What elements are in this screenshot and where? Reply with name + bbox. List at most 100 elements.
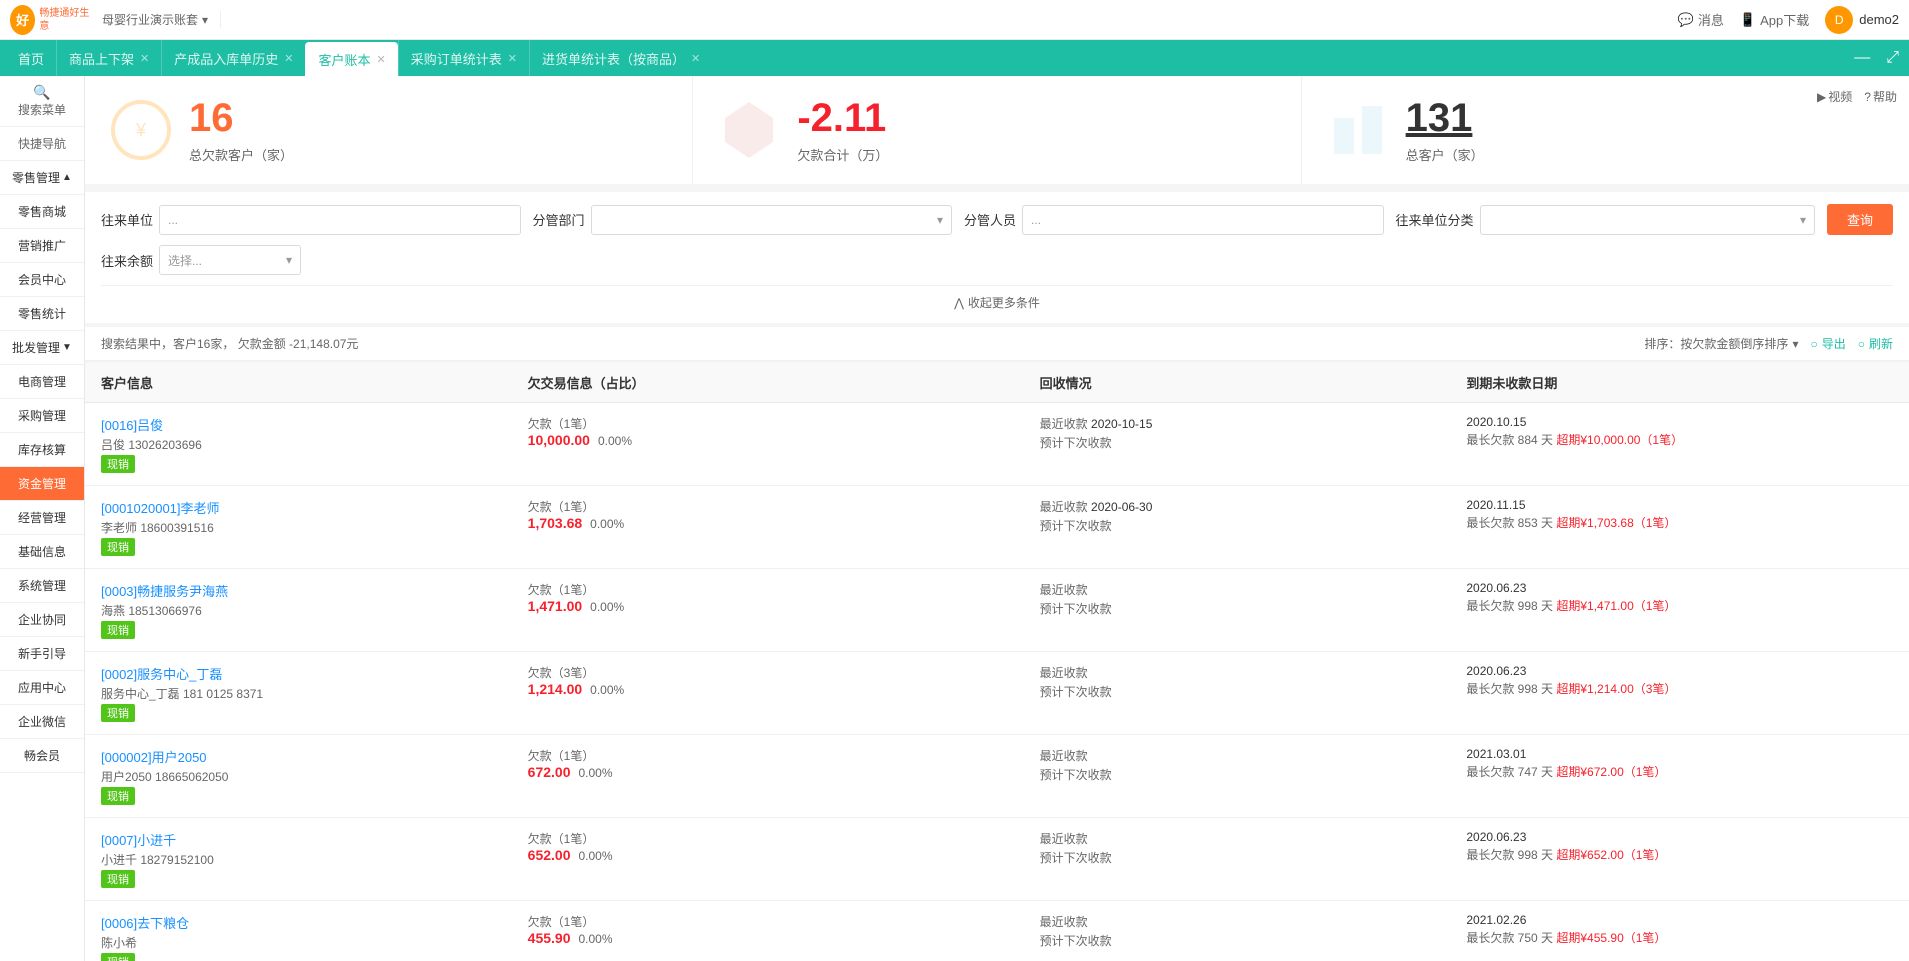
stat-icon-total (1326, 98, 1390, 162)
debt-amount-value-1: 1,703.68 (528, 515, 583, 531)
manager-input[interactable]: ... (1022, 205, 1383, 235)
next-collect-0: 预计下次收款 (1040, 434, 1467, 451)
customer-name-0[interactable]: [0016]吕俊 (101, 415, 528, 434)
sidebar-item-guide[interactable]: 新手引导 (0, 637, 84, 671)
top-bar: 好 畅捷通好生意 母婴行业演示账套 ▾ 💬 消息 📱 App下载 D demo2 (0, 0, 1909, 40)
query-button[interactable]: 查询 (1827, 204, 1893, 235)
overdue-amount-1[interactable]: 超期¥1,703.68（1笔） (1556, 516, 1676, 530)
user-avatar[interactable]: D demo2 (1825, 6, 1899, 34)
tab-close-4[interactable]: ✕ (508, 52, 517, 65)
sidebar-item-retail-stats[interactable]: 零售统计 (0, 297, 84, 331)
collapse-row: ⋀ 收起更多条件 (101, 285, 1893, 311)
tab-goods-status[interactable]: 商品上下架 ✕ (56, 40, 161, 76)
tab-close-1[interactable]: ✕ (140, 52, 149, 65)
sidebar-item-enterprise[interactable]: 企业协同 (0, 603, 84, 637)
customer-tag-0: 现销 (101, 455, 135, 473)
overdue-amount-0[interactable]: 超期¥10,000.00（1笔） (1556, 433, 1683, 447)
customer-phone-4: 用户2050 18665062050 (101, 768, 528, 785)
message-btn[interactable]: 💬 消息 (1678, 10, 1724, 29)
search-menu[interactable]: 🔍 搜索菜单 (0, 76, 84, 127)
tab-close-2[interactable]: ✕ (284, 52, 293, 65)
recent-collect-4: 最近收款 (1040, 747, 1467, 764)
customer-phone-1: 李老师 18600391516 (101, 519, 528, 536)
tab-home[interactable]: 首页 (6, 40, 56, 76)
tab-close-3[interactable]: ✕ (377, 53, 386, 66)
store-name: 母婴行业演示账套 (102, 11, 198, 28)
sidebar-item-ecommerce[interactable]: 电商管理 (0, 365, 84, 399)
stat-value-debt-customers: 16 (189, 96, 293, 141)
results-info: 搜索结果中，客户16家， 欠款金额 -21,148.07元 (101, 335, 358, 352)
next-collect-2: 预计下次收款 (1040, 600, 1467, 617)
customer-phone-5: 小进千 18279152100 (101, 851, 528, 868)
refresh-circle-icon: ○ (1858, 337, 1865, 351)
customer-name-1[interactable]: [0001020001]李老师 (101, 498, 528, 517)
tab-product-history[interactable]: 产成品入库单历史 ✕ (161, 40, 305, 76)
sidebar-item-wechat[interactable]: 企业微信 (0, 705, 84, 739)
help-btn[interactable]: ? 帮助 (1864, 88, 1897, 105)
customer-tag-4: 现销 (101, 787, 135, 805)
tab-minimize-icon[interactable]: — (1850, 49, 1874, 67)
sidebar-item-retail-mall[interactable]: 零售商城 (0, 195, 84, 229)
debt-info-3: 欠款（3笔） 1,214.00 0.00% (528, 664, 1040, 697)
unit-category-select[interactable]: ▾ (1480, 205, 1815, 235)
filter-label-source: 往来单位 (101, 210, 153, 229)
debt-amount-5: 652.00 0.00% (528, 847, 1040, 863)
tab-close-5[interactable]: ✕ (691, 52, 700, 65)
refresh-btn[interactable]: ○ 刷新 (1858, 335, 1893, 352)
customer-name-4[interactable]: [000002]用户2050 (101, 747, 528, 766)
stats-row: ¥ 16 总欠款客户（家） -2.11 欠款合计（万） (85, 76, 1909, 184)
tab-customer-account[interactable]: 客户账本 ✕ (305, 42, 397, 76)
overdue-amount-4[interactable]: 超期¥672.00（1笔） (1556, 765, 1666, 779)
quick-nav[interactable]: 快捷导航 (0, 127, 84, 161)
sort-select[interactable]: 排序：按欠款金额倒序排序 ▾ (1644, 335, 1798, 352)
customer-name-5[interactable]: [0007]小进千 (101, 830, 528, 849)
stat-icon-amount (717, 98, 781, 162)
logo-icon: 好 (10, 5, 35, 35)
overdue-info-0: 2020.10.15 最长欠款 884 天 超期¥10,000.00（1笔） (1466, 415, 1893, 448)
next-collect-5: 预计下次收款 (1040, 849, 1467, 866)
department-select[interactable]: ▾ (591, 205, 952, 235)
balance-select[interactable]: 选择... ▾ (159, 245, 301, 275)
sidebar-item-marketing[interactable]: 营销推广 (0, 229, 84, 263)
video-btn[interactable]: ▶ 视频 (1817, 88, 1852, 105)
overdue-days-2: 最长欠款 998 天 超期¥1,471.00（1笔） (1466, 597, 1893, 614)
filter-source-unit: 往来单位 ... (101, 205, 521, 235)
collapse-btn[interactable]: ⋀ 收起更多条件 (954, 294, 1040, 311)
customer-info-2: [0003]畅捷服务尹海燕 海燕 18513066976 现销 (101, 581, 528, 639)
logo-text: 畅捷通好生意 (39, 7, 90, 33)
overdue-date-6: 2021.02.26 (1466, 913, 1893, 927)
app-download-btn[interactable]: 📱 App下载 (1740, 10, 1809, 29)
sidebar-item-capital[interactable]: 资金管理 (0, 467, 84, 501)
recent-collect-1: 最近收款 2020-06-30 (1040, 498, 1467, 515)
sidebar-item-membership[interactable]: 会员中心 (0, 263, 84, 297)
overdue-days-0: 最长欠款 884 天 超期¥10,000.00（1笔） (1466, 431, 1893, 448)
sidebar-item-inventory[interactable]: 库存核算 (0, 433, 84, 467)
sidebar-item-purchase[interactable]: 采购管理 (0, 399, 84, 433)
export-btn[interactable]: ○ 导出 (1810, 335, 1845, 352)
customer-name-6[interactable]: [0006]去下粮仓 (101, 913, 528, 932)
tab-purchase-summary[interactable]: 采购订单统计表 ✕ (398, 40, 529, 76)
sidebar-item-operations[interactable]: 经营管理 (0, 501, 84, 535)
debt-amount-1: 1,703.68 0.00% (528, 515, 1040, 531)
debt-count-1: 欠款（1笔） (528, 498, 1040, 515)
results-bar: 搜索结果中，客户16家， 欠款金额 -21,148.07元 排序：按欠款金额倒序… (85, 327, 1909, 361)
source-unit-input[interactable]: ... (159, 205, 520, 235)
sidebar-item-retail-mgmt[interactable]: 零售管理▲ (0, 161, 84, 195)
tab-bar: 首页 商品上下架 ✕ 产成品入库单历史 ✕ 客户账本 ✕ 采购订单统计表 ✕ 进… (0, 40, 1909, 76)
tab-bar-right-buttons: — ⤢ (1850, 49, 1903, 67)
tab-stock-summary[interactable]: 进货单统计表（按商品） ✕ (529, 40, 712, 76)
tab-maximize-icon[interactable]: ⤢ (1882, 49, 1903, 67)
sidebar-item-vip[interactable]: 畅会员 (0, 739, 84, 773)
sidebar-item-system[interactable]: 系统管理 (0, 569, 84, 603)
sidebar-item-batch-mgmt[interactable]: 批发管理▼ (0, 331, 84, 365)
overdue-amount-2[interactable]: 超期¥1,471.00（1笔） (1556, 599, 1676, 613)
sidebar-item-basic-info[interactable]: 基础信息 (0, 535, 84, 569)
customer-name-2[interactable]: [0003]畅捷服务尹海燕 (101, 581, 528, 600)
overdue-amount-5[interactable]: 超期¥652.00（1笔） (1556, 848, 1666, 862)
recovery-info-5: 最近收款 预计下次收款 (1040, 830, 1467, 866)
customer-name-3[interactable]: [0002]服务中心_丁磊 (101, 664, 528, 683)
overdue-amount-3[interactable]: 超期¥1,214.00（3笔） (1556, 682, 1676, 696)
sidebar-item-app-center[interactable]: 应用中心 (0, 671, 84, 705)
overdue-amount-6[interactable]: 超期¥455.90（1笔） (1556, 931, 1666, 945)
store-selector[interactable]: 母婴行业演示账套 ▾ (90, 11, 221, 28)
